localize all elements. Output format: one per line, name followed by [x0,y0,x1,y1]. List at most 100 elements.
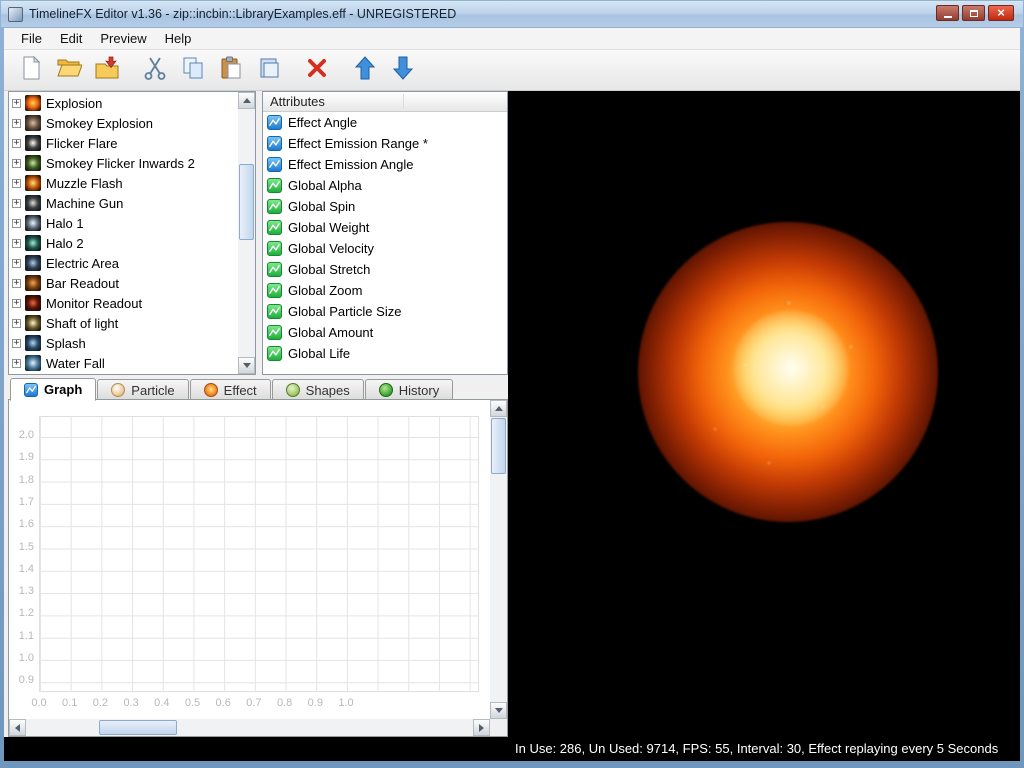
cut-button[interactable] [138,53,172,87]
expand-plus-icon[interactable]: + [12,318,21,328]
effect-thumbnail-icon [25,215,41,231]
graph-scroll-down-button[interactable] [490,702,507,719]
graph-scroll-left-button[interactable] [9,719,26,736]
red-x-icon [304,55,330,86]
library-item-label: Smokey Explosion [46,115,153,131]
attribute-item[interactable]: Global Velocity [263,238,507,259]
minimize-button[interactable] [936,5,959,21]
x-tick-label: 0.5 [184,697,201,709]
menu-preview[interactable]: Preview [91,28,155,49]
attribute-item[interactable]: Effect Angle [263,112,507,133]
graph-plot-area[interactable] [39,416,479,692]
scroll-down-button[interactable] [238,357,255,374]
attribute-item[interactable]: Global Zoom [263,280,507,301]
library-item[interactable]: + Shaft of light [9,313,238,333]
library-item[interactable]: + Splash [9,333,238,353]
menu-edit[interactable]: Edit [51,28,91,49]
green-graph-icon [267,346,282,361]
graph-scroll-right-button[interactable] [473,719,490,736]
attribute-item[interactable]: Global Alpha [263,175,507,196]
triangle-left-icon [15,723,20,732]
library-item[interactable]: + Monitor Readout [9,293,238,313]
expand-plus-icon[interactable]: + [12,118,21,128]
close-button[interactable]: × [988,5,1014,21]
library-item-label: Explosion [46,95,103,111]
effect-thumbnail-icon [25,235,41,251]
tab-shapes[interactable]: Shapes [271,379,364,400]
paste-button[interactable] [214,53,248,87]
import-library-button[interactable] [90,53,124,87]
library-item[interactable]: + Electric Area [9,253,238,273]
attribute-item[interactable]: Global Spin [263,196,507,217]
expand-plus-icon[interactable]: + [12,358,21,368]
graph-horizontal-scrollbar[interactable] [9,719,490,736]
expand-plus-icon[interactable]: + [12,278,21,288]
attribute-item[interactable]: Effect Emission Range * [263,133,507,154]
maximize-button[interactable] [962,5,985,21]
library-item[interactable]: + Flicker Flare [9,133,238,153]
menu-file[interactable]: File [12,28,51,49]
library-scrollbar-thumb[interactable] [239,164,254,240]
graph-vscrollbar-thumb[interactable] [491,418,506,474]
tab-graph[interactable]: Graph [10,378,97,401]
particle-tab-icon [111,383,126,397]
title-bar[interactable]: TimelineFX Editor v1.36 - zip::incbin::L… [1,1,1023,28]
graph-scroll-up-button[interactable] [490,400,507,417]
expand-plus-icon[interactable]: + [12,198,21,208]
open-library-button[interactable] [52,53,86,87]
expand-plus-icon[interactable]: + [12,298,21,308]
library-item[interactable]: + Smokey Explosion [9,113,238,133]
library-item[interactable]: + Muzzle Flash [9,173,238,193]
library-item[interactable]: + Halo 1 [9,213,238,233]
library-item-label: Halo 2 [46,235,84,251]
toolbar [4,50,1020,91]
effect-thumbnail-icon [25,115,41,131]
attribute-item[interactable]: Global Life [263,343,507,364]
shapes-tab-icon [285,383,300,397]
expand-plus-icon[interactable]: + [12,218,21,228]
attribute-item[interactable]: Effect Emission Angle [263,154,507,175]
attribute-item[interactable]: Global Particle Size [263,301,507,322]
library-scrollbar[interactable] [238,92,255,374]
effect-thumbnail-icon [25,135,41,151]
library-item[interactable]: + Water Fall [9,353,238,373]
graph-hscrollbar-thumb[interactable] [99,720,177,735]
expand-plus-icon[interactable]: + [12,98,21,108]
attribute-item[interactable]: Global Stretch [263,259,507,280]
expand-plus-icon[interactable]: + [12,158,21,168]
y-tick-label: 2.0 [18,429,34,441]
triangle-up-icon [242,98,251,103]
preview-viewport[interactable] [508,91,1020,737]
move-up-button[interactable] [348,53,382,87]
scroll-up-button[interactable] [238,92,255,109]
attribute-item[interactable]: Global Amount [263,322,507,343]
y-tick-label: 1.6 [18,518,34,531]
graph-vertical-scrollbar[interactable] [490,400,507,719]
duplicate-button[interactable] [252,53,286,87]
library-item[interactable]: + Bar Readout [9,273,238,293]
menu-help[interactable]: Help [156,28,201,49]
app-icon [8,6,23,22]
expand-plus-icon[interactable]: + [12,238,21,248]
tab-effect[interactable]: Effect [189,379,271,400]
library-item[interactable]: + Explosion [9,93,238,113]
copy-button[interactable] [176,53,210,87]
expand-plus-icon[interactable]: + [12,338,21,348]
app-client-area: File Edit Preview Help + Explosion + Smokey Ex… [4,28,1020,761]
tab-particle[interactable]: Particle [97,379,189,400]
library-item[interactable]: + Machine Gun [9,193,238,213]
library-item[interactable]: + Halo 2 [9,233,238,253]
y-tick-label: 1.4 [18,562,34,575]
attributes-header[interactable]: Attributes [263,92,507,112]
tab-history[interactable]: History [364,379,454,400]
delete-button[interactable] [300,53,334,87]
expand-plus-icon[interactable]: + [12,178,21,188]
expand-plus-icon[interactable]: + [12,258,21,268]
move-down-button[interactable] [386,53,420,87]
library-item[interactable]: + Smokey Flicker Inwards 2 [9,153,238,173]
attributes-list: Effect Angle Effect Emission Range * Effec… [263,112,507,364]
attribute-item[interactable]: Global Weight [263,217,507,238]
expand-plus-icon[interactable]: + [12,138,21,148]
new-effect-button[interactable] [14,53,48,87]
history-tab-icon [378,383,393,397]
